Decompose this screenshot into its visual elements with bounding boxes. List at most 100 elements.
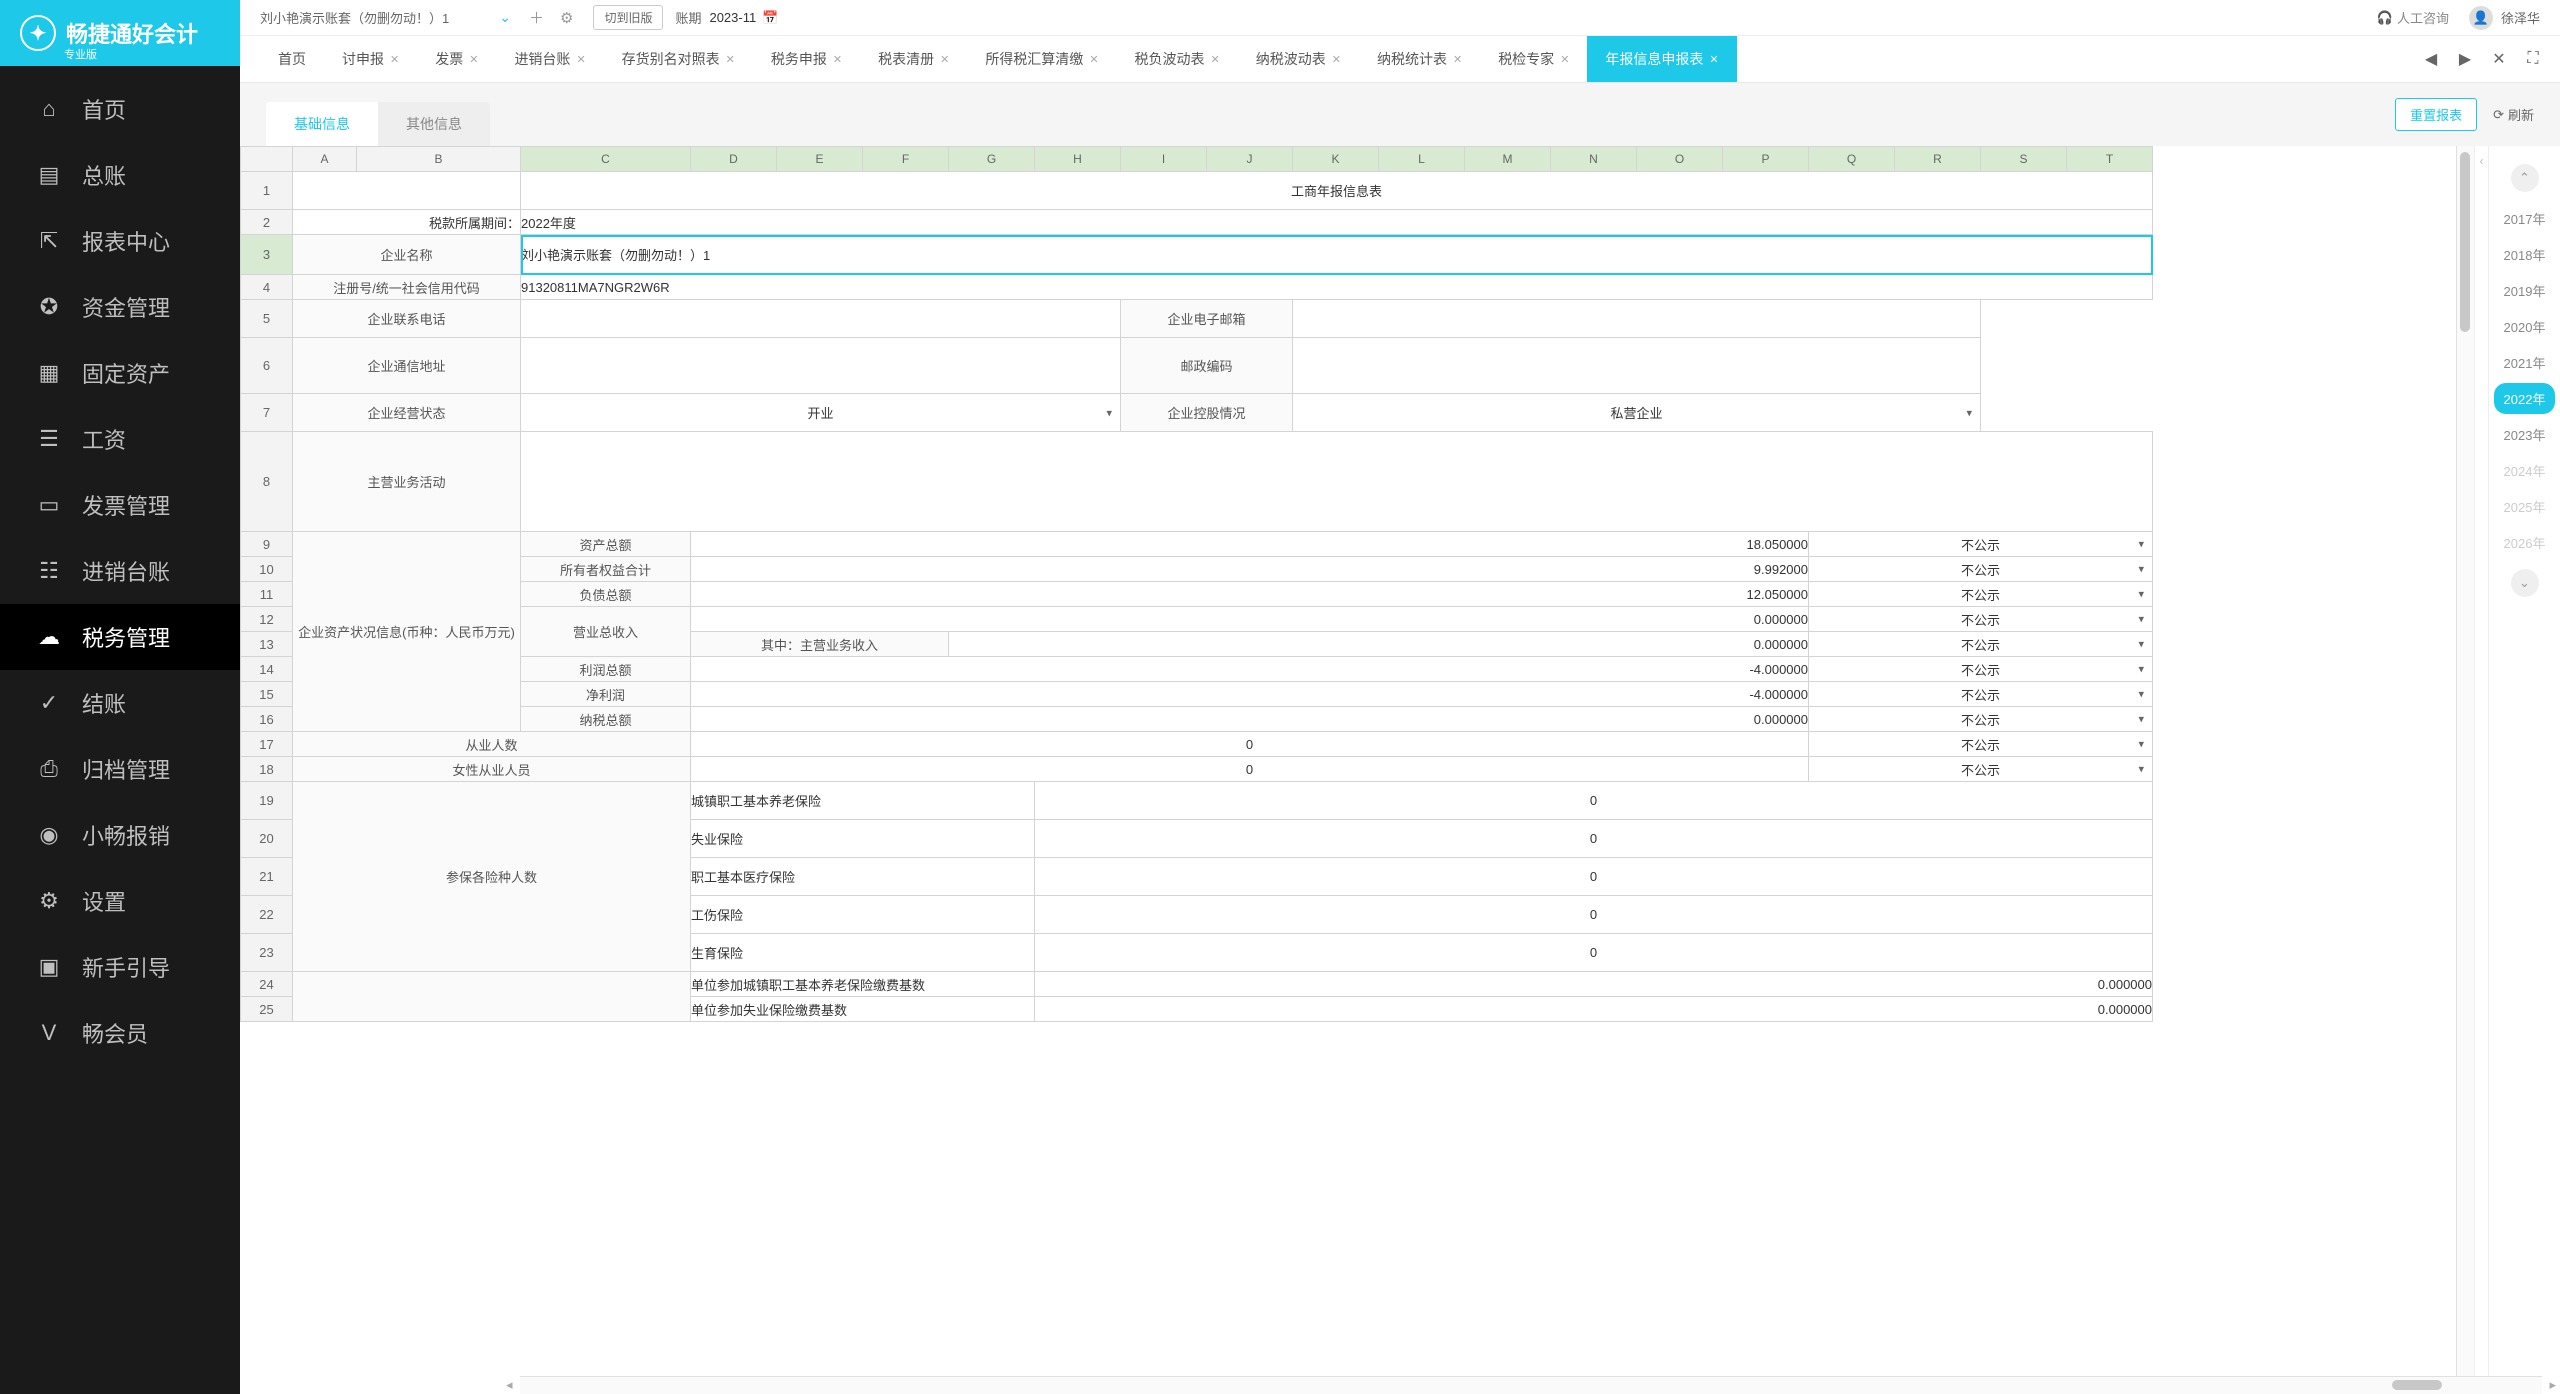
cell[interactable]: 不公示 (1809, 707, 2153, 732)
pub-select[interactable]: 不公示 (1809, 532, 2153, 557)
zip-value[interactable] (1293, 338, 1981, 394)
panel-collapse[interactable]: ‹ (2474, 146, 2488, 1376)
spreadsheet[interactable]: ABCDEFGHIJKLMNOPQRST1工商年报信息表2税款所属期间：2022… (240, 146, 2456, 1376)
insurance-value[interactable]: 0 (1035, 858, 2153, 896)
row-header[interactable]: 8 (241, 432, 293, 532)
col-header[interactable]: D (691, 147, 777, 172)
tab[interactable]: 所得税汇算清缴✕ (967, 36, 1116, 82)
tab[interactable]: 年报信息申报表✕ (1587, 36, 1736, 82)
fullscreen-icon[interactable]: ⛶ (2516, 50, 2550, 68)
vertical-scrollbar[interactable] (2456, 146, 2474, 1376)
nav-item[interactable]: ☁税务管理 (0, 604, 240, 670)
row-header[interactable]: 9 (241, 532, 293, 557)
cell[interactable]: 营业总收入 (521, 607, 691, 657)
cell[interactable]: 0.000000 (949, 632, 1809, 657)
year-button[interactable]: 2023年 (2494, 419, 2556, 450)
cell[interactable]: 12.050000 (691, 582, 1809, 607)
col-header[interactable]: B (357, 147, 521, 172)
year-button[interactable]: 2020年 (2494, 311, 2556, 342)
tab[interactable]: 纳税波动表✕ (1238, 36, 1359, 82)
col-header[interactable]: Q (1809, 147, 1895, 172)
switch-old-button[interactable]: 切到旧版 (593, 5, 663, 30)
insurance-value[interactable]: 0 (1035, 934, 2153, 972)
status-select[interactable]: 开业 (521, 394, 1121, 432)
row-header[interactable]: 15 (241, 682, 293, 707)
col-header[interactable]: P (1723, 147, 1809, 172)
gear-icon[interactable]: ⚙ (560, 9, 573, 27)
tab-next-icon[interactable]: ▶ (2448, 49, 2482, 69)
username[interactable]: 徐泽华 (2501, 8, 2540, 27)
row-header[interactable]: 18 (241, 757, 293, 782)
emp-count-value[interactable]: 0 (691, 732, 1809, 757)
row-header[interactable]: 5 (241, 300, 293, 338)
insurance-value[interactable]: 0 (1035, 896, 2153, 934)
row-header[interactable]: 19 (241, 782, 293, 820)
tab-close-icon[interactable]: ✕ (390, 53, 399, 66)
cell[interactable]: 从业人数 (293, 732, 691, 757)
cell[interactable]: -4.000000 (691, 657, 1809, 682)
cell[interactable]: 不公示 (1809, 632, 2153, 657)
nav-item[interactable]: ☷进销台账 (0, 538, 240, 604)
row-header[interactable]: 21 (241, 858, 293, 896)
subtab[interactable]: 其他信息 (378, 102, 490, 146)
row-header[interactable]: 11 (241, 582, 293, 607)
col-header[interactable]: T (2067, 147, 2153, 172)
company-value[interactable]: 刘小艳演示账套（勿删勿动！）1 (521, 235, 2153, 275)
col-header[interactable]: E (777, 147, 863, 172)
col-header[interactable]: I (1121, 147, 1207, 172)
cell[interactable]: 所有者权益合计 (521, 557, 691, 582)
col-header[interactable]: F (863, 147, 949, 172)
calendar-icon[interactable]: 📅 (762, 10, 778, 26)
tab[interactable]: 发票✕ (417, 36, 496, 82)
cell[interactable]: 不公示 (1809, 732, 2153, 757)
nav-item[interactable]: ▤总账 (0, 142, 240, 208)
holding-select[interactable]: 私营企业 (1293, 394, 1981, 432)
row-header[interactable]: 17 (241, 732, 293, 757)
tab[interactable]: 讨申报✕ (324, 36, 417, 82)
tab[interactable]: 税负波动表✕ (1117, 36, 1238, 82)
row-header[interactable]: 12 (241, 607, 293, 632)
row-header[interactable]: 14 (241, 657, 293, 682)
base-value[interactable]: 0.000000 (1035, 997, 2153, 1022)
row-header[interactable]: 4 (241, 275, 293, 300)
insurance-value[interactable]: 0 (1035, 820, 2153, 858)
cell[interactable]: 女性从业人员 (293, 757, 691, 782)
refresh-button[interactable]: ⟳ 刷新 (2493, 105, 2534, 124)
nav-item[interactable]: ▣新手引导 (0, 934, 240, 1000)
col-header[interactable]: N (1551, 147, 1637, 172)
cell[interactable]: 不公示 (1809, 657, 2153, 682)
nav-item[interactable]: ⎙归档管理 (0, 736, 240, 802)
avatar[interactable]: 👤 (2469, 6, 2493, 30)
nav-item[interactable]: ▦固定资产 (0, 340, 240, 406)
cell[interactable]: 0.000000 (691, 707, 1809, 732)
add-icon[interactable]: ＋ (529, 7, 544, 28)
account-selector[interactable]: 刘小艳演示账套（勿删勿动！）1 ⌄ ＋ ⚙ (260, 7, 581, 28)
row-header[interactable]: 13 (241, 632, 293, 657)
row-header[interactable]: 10 (241, 557, 293, 582)
col-header[interactable]: S (1981, 147, 2067, 172)
metric-value[interactable]: 18.050000 (691, 532, 1809, 557)
cell[interactable]: 不公示 (1809, 582, 2153, 607)
row-header[interactable]: 6 (241, 338, 293, 394)
support-link[interactable]: 🎧 人工咨询 (2377, 8, 2449, 27)
col-header[interactable]: R (1895, 147, 1981, 172)
col-header[interactable]: L (1379, 147, 1465, 172)
col-header[interactable]: G (949, 147, 1035, 172)
nav-item[interactable]: V畅会员 (0, 1000, 240, 1066)
tab[interactable]: 存货别名对照表✕ (604, 36, 753, 82)
col-header[interactable]: C (521, 147, 691, 172)
tab-close-icon[interactable]: ✕ (726, 53, 735, 66)
cell[interactable] (293, 972, 691, 1022)
tab-close-icon[interactable]: ✕ (1332, 53, 1341, 66)
col-header[interactable]: J (1207, 147, 1293, 172)
nav-item[interactable]: ✓结账 (0, 670, 240, 736)
row-header[interactable]: 7 (241, 394, 293, 432)
cell[interactable]: 其中：主营业务收入 (691, 632, 949, 657)
row-header[interactable]: 20 (241, 820, 293, 858)
row-header[interactable]: 3 (241, 235, 293, 275)
year-up-icon[interactable]: ⌃ (2511, 164, 2539, 192)
subtab[interactable]: 基础信息 (266, 102, 378, 146)
col-header[interactable]: A (293, 147, 357, 172)
tab-close-all-icon[interactable]: ✕ (2482, 49, 2516, 69)
cell[interactable]: 不公示 (1809, 682, 2153, 707)
